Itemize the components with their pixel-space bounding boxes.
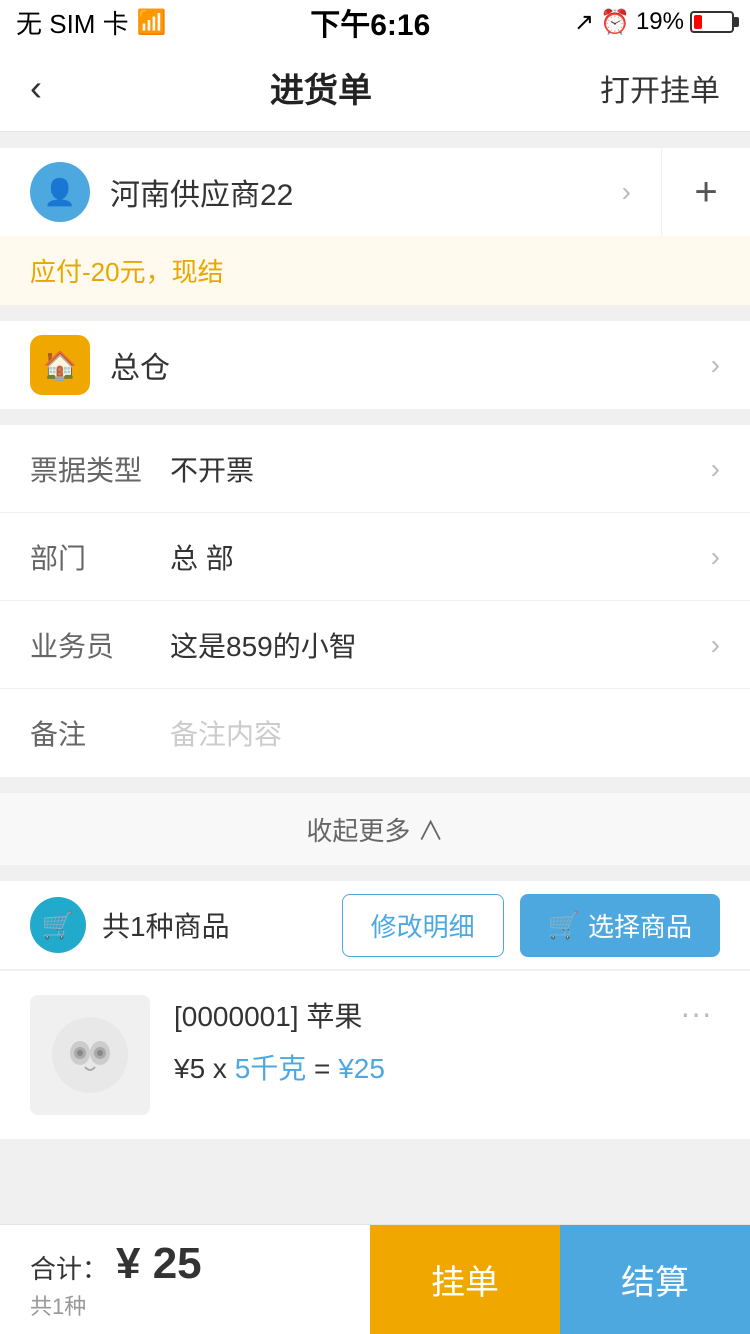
- chevron-right-icon: ›: [711, 541, 720, 573]
- remark-row[interactable]: 备注 备注内容: [0, 689, 750, 777]
- edit-detail-button[interactable]: 修改明细: [342, 894, 504, 957]
- salesperson-value: 这是859的小智: [170, 625, 720, 665]
- alarm-icon: ⏰: [600, 8, 630, 37]
- bottom-bar: 合计： ¥ 25 共1种 挂单 结算: [0, 1224, 750, 1334]
- warehouse-section: 🏠 总仓 ›: [0, 321, 750, 409]
- battery-icon: [690, 11, 734, 33]
- select-icon: 🛒: [548, 910, 580, 941]
- total-label: 合计：: [30, 1249, 108, 1286]
- department-label: 部门: [30, 537, 170, 577]
- chevron-right-icon: ›: [711, 349, 720, 381]
- warehouse-selector[interactable]: 🏠 总仓 ›: [0, 321, 750, 409]
- page-title: 进货单: [270, 63, 372, 112]
- remark-placeholder: 备注内容: [170, 713, 720, 753]
- price-base: ¥5 x: [174, 1053, 235, 1084]
- cart-icon: 🛒: [42, 910, 74, 941]
- status-bar: 无 SIM 卡 📶 下午6:16 ↗ ⏰ 19%: [0, 0, 750, 44]
- product-item: [0000001] 苹果 ¥5 x 5千克 = ¥25 ···: [0, 971, 750, 1139]
- notice-text: 应付-20元，现结: [30, 257, 224, 287]
- status-left: 无 SIM 卡 📶: [16, 4, 167, 41]
- form-section: 票据类型 不开票 › 部门 总 部 › 业务员 这是859的小智 › 备注 备注…: [0, 425, 750, 777]
- chevron-right-icon: ›: [622, 176, 631, 208]
- back-button[interactable]: ‹: [30, 67, 42, 109]
- salesperson-row[interactable]: 业务员 这是859的小智 ›: [0, 601, 750, 689]
- carrier-text: 无 SIM 卡: [16, 4, 129, 41]
- total-amount: ¥ 25: [116, 1239, 202, 1289]
- invoice-type-row[interactable]: 票据类型 不开票 ›: [0, 425, 750, 513]
- chevron-right-icon: ›: [711, 453, 720, 485]
- warehouse-name: 总仓: [110, 343, 170, 387]
- wifi-icon: 📶: [137, 8, 167, 37]
- product-owl-icon: [50, 1015, 130, 1095]
- products-cart-icon: 🛒: [30, 897, 86, 953]
- products-buttons: 修改明细 🛒 选择商品: [342, 894, 720, 957]
- warehouse-icon: 🏠: [30, 335, 90, 395]
- price-total: ¥25: [338, 1053, 385, 1084]
- avatar-icon: 👤: [44, 177, 76, 208]
- battery-percent: 19%: [636, 8, 684, 36]
- hang-button[interactable]: 挂单: [370, 1225, 560, 1334]
- total-sub: 共1种: [30, 1289, 340, 1321]
- products-count: 共1种商品: [102, 905, 230, 945]
- products-left: 🛒 共1种商品: [30, 897, 230, 953]
- supplier-name: 河南供应商22: [110, 170, 293, 214]
- status-time: 下午6:16: [310, 0, 430, 44]
- department-row[interactable]: 部门 总 部 ›: [0, 513, 750, 601]
- price-qty: 5千克: [235, 1053, 307, 1084]
- notice-bar: 应付-20元，现结: [0, 236, 750, 305]
- location-icon: ↗: [574, 8, 594, 37]
- products-header: 🛒 共1种商品 修改明细 🛒 选择商品: [0, 881, 750, 969]
- select-label: 选择商品: [588, 907, 692, 944]
- salesperson-label: 业务员: [30, 625, 170, 665]
- avatar: 👤: [30, 162, 90, 222]
- open-hang-button[interactable]: 打开挂单: [600, 66, 720, 110]
- total-section: 合计： ¥ 25 共1种: [0, 1225, 370, 1334]
- add-supplier-button[interactable]: +: [662, 148, 750, 236]
- supplier-section: 👤 河南供应商22 › +: [0, 148, 750, 236]
- invoice-type-value: 不开票: [170, 449, 720, 489]
- supplier-selector[interactable]: 👤 河南供应商22 ›: [0, 148, 662, 236]
- select-product-button[interactable]: 🛒 选择商品: [520, 894, 720, 957]
- department-value: 总 部: [170, 537, 720, 577]
- product-more-button[interactable]: ···: [672, 995, 720, 1032]
- nav-bar: ‹ 进货单 打开挂单: [0, 44, 750, 132]
- chevron-right-icon: ›: [711, 629, 720, 661]
- status-right: ↗ ⏰ 19%: [574, 8, 734, 37]
- remark-label: 备注: [30, 713, 170, 753]
- product-name: [0000001] 苹果: [174, 995, 648, 1035]
- product-info: [0000001] 苹果 ¥5 x 5千克 = ¥25: [174, 995, 648, 1087]
- product-thumbnail: [30, 995, 150, 1115]
- price-equals: =: [306, 1053, 338, 1084]
- total-row: 合计： ¥ 25: [30, 1239, 340, 1289]
- product-price: ¥5 x 5千克 = ¥25: [174, 1047, 648, 1087]
- collapse-row[interactable]: 收起更多 ∧: [0, 793, 750, 865]
- invoice-type-label: 票据类型: [30, 449, 170, 489]
- collapse-label: 收起更多 ∧: [306, 811, 443, 848]
- settle-button[interactable]: 结算: [560, 1225, 750, 1334]
